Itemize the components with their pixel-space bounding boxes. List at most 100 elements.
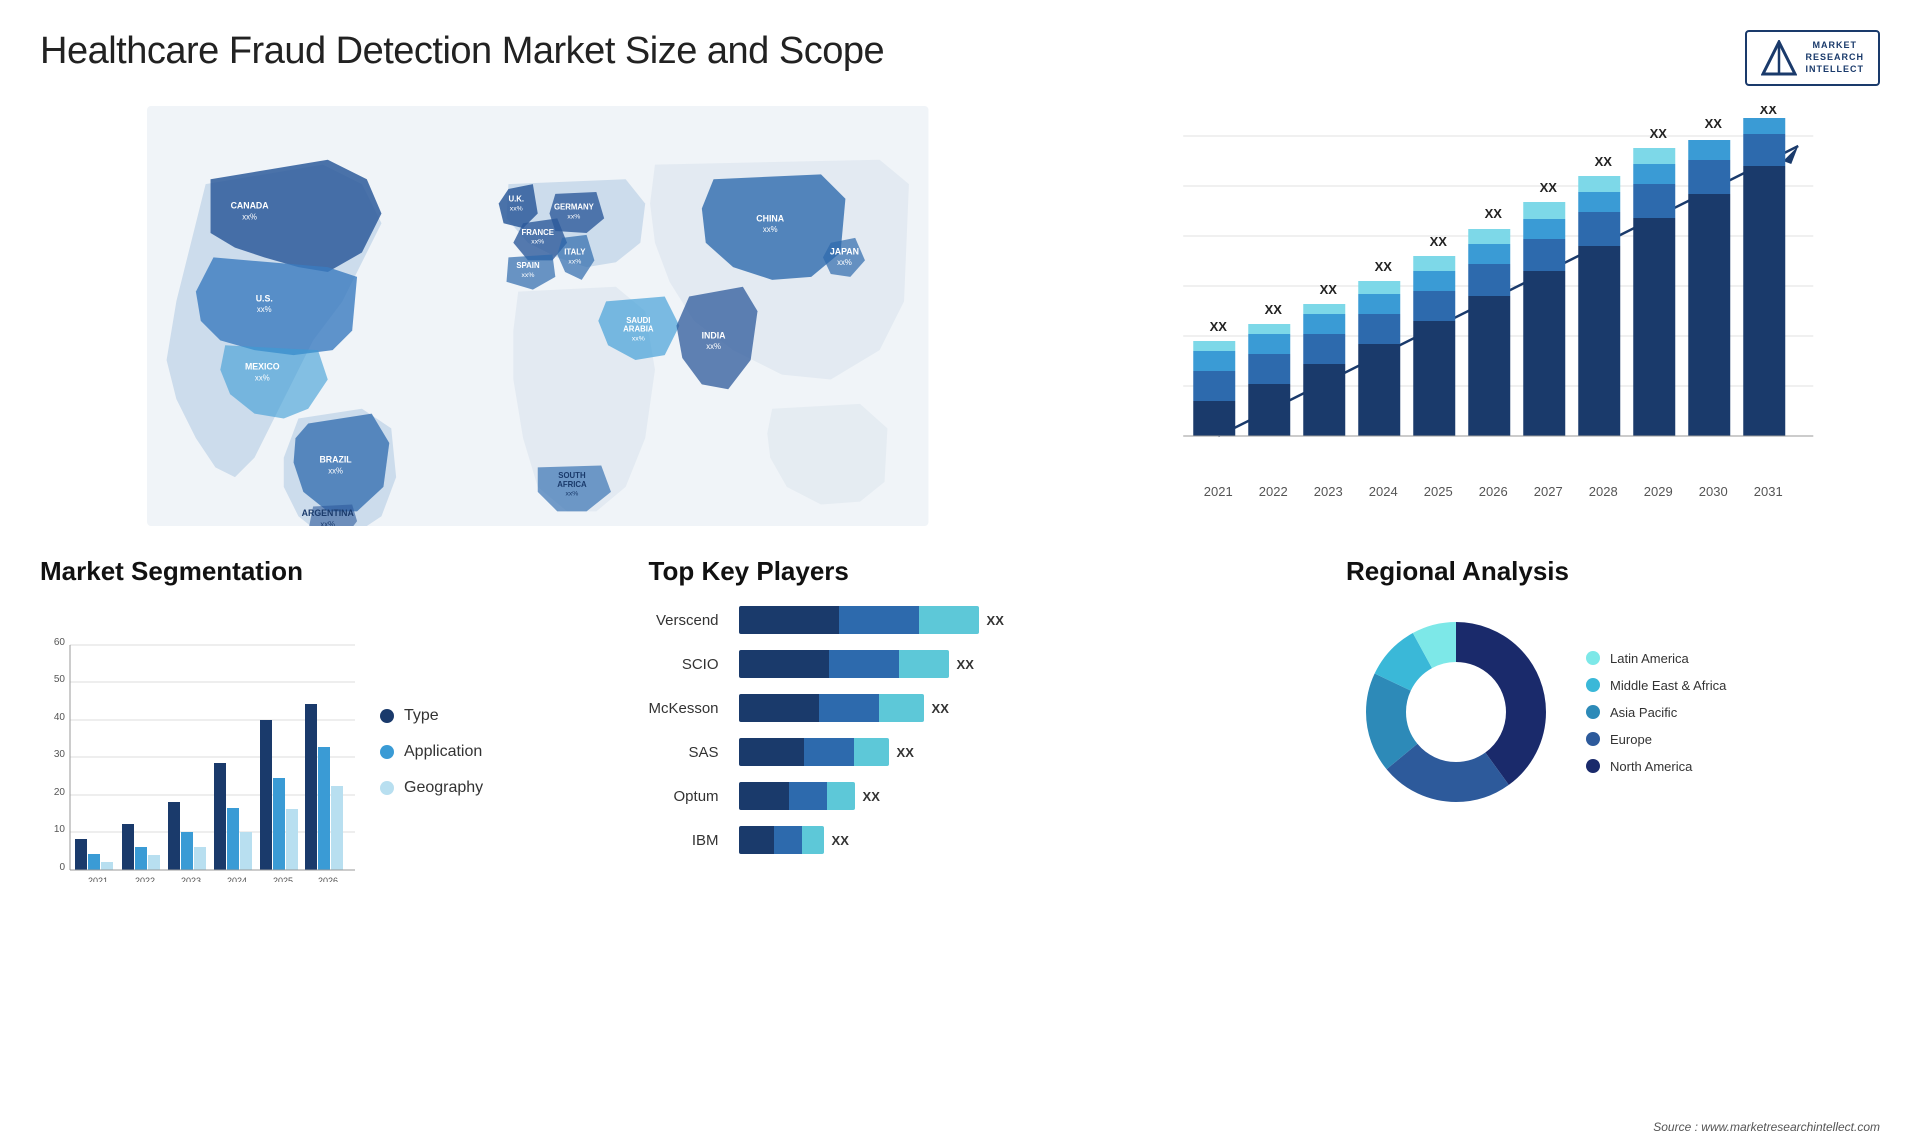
players-content: Verscend SCIO McKesson SAS Optum IBM [649,602,1317,858]
regional-content: Latin America Middle East & Africa Asia … [1346,602,1880,822]
legend-dot-geography [380,781,394,795]
player-bar-row-4: XX [739,778,1316,814]
reg-dot-latin-america [1586,651,1600,665]
reg-dot-asia-pacific [1586,705,1600,719]
bar-seg1-4 [739,782,789,810]
reg-dot-mea [1586,678,1600,692]
svg-text:xx%: xx% [763,225,778,234]
bar-seg1-5 [739,826,774,854]
player-bar-row-0: XX [739,602,1316,638]
bar-seg1-1 [739,650,829,678]
logo-text-line3: INTELLECT [1805,64,1864,76]
legend-item-application: Application [380,743,483,761]
world-map-svg: CANADA xx% U.S. xx% MEXICO xx% BRAZIL xx… [40,106,1036,526]
svg-text:2026: 2026 [1478,484,1507,499]
svg-text:2021: 2021 [88,876,108,882]
player-name-scio: SCIO [649,646,719,682]
reg-legend-latin-america: Latin America [1586,651,1726,666]
svg-text:2023: 2023 [181,876,201,882]
svg-text:XX: XX [1209,319,1227,334]
bar-seg3-1 [899,650,949,678]
player-name-optum: Optum [649,778,719,814]
reg-dot-north-america [1586,759,1600,773]
legend-dot-type [380,709,394,723]
svg-text:xx%: xx% [510,206,523,213]
reg-label-asia-pacific: Asia Pacific [1610,705,1677,720]
svg-text:XX: XX [1539,180,1557,195]
svg-text:2021: 2021 [1203,484,1232,499]
svg-text:10: 10 [54,824,66,835]
player-name-verscend: Verscend [649,602,719,638]
player-bar-row-3: XX [739,734,1316,770]
svg-text:2025: 2025 [273,876,293,882]
svg-text:JAPAN: JAPAN [830,246,859,256]
bar-seg2-3 [804,738,854,766]
svg-text:2024: 2024 [227,876,247,882]
bar-seg3-4 [827,782,855,810]
svg-text:xx%: xx% [320,520,335,526]
bar-seg3-3 [854,738,889,766]
source-line: Source : www.marketresearchintellect.com [1653,1120,1880,1134]
logo-text-line1: MARKET [1805,40,1864,52]
reg-legend-asia-pacific: Asia Pacific [1586,705,1726,720]
bar-seg2-5 [774,826,802,854]
reg-label-north-america: North America [1610,759,1692,774]
bar-seg2-1 [829,650,899,678]
market-seg-title: Market Segmentation [40,556,619,587]
world-map-section: CANADA xx% U.S. xx% MEXICO xx% BRAZIL xx… [40,106,1036,526]
bar-label-5: XX [832,833,849,848]
growth-chart-svg: XX 2021 XX 2022 XX 2023 [1066,106,1881,526]
svg-text:xx%: xx% [632,335,645,342]
svg-text:0: 0 [59,862,65,873]
header: Healthcare Fraud Detection Market Size a… [40,30,1880,86]
svg-text:XX: XX [1649,126,1667,141]
seg-content: 0 10 20 30 40 50 60 [40,602,619,902]
svg-text:xx%: xx% [257,305,272,314]
main-container: Healthcare Fraud Detection Market Size a… [0,0,1920,1146]
reg-legend-europe: Europe [1586,732,1726,747]
legend-dot-application [380,745,394,759]
svg-text:AFRICA: AFRICA [557,480,587,489]
bar-seg1-3 [739,738,804,766]
svg-text:2027: 2027 [1533,484,1562,499]
svg-text:xx%: xx% [242,212,257,221]
svg-text:60: 60 [54,637,66,648]
key-players-title: Top Key Players [649,556,1317,587]
seg-chart-svg: 0 10 20 30 40 50 60 [40,602,360,882]
page-title: Healthcare Fraud Detection Market Size a… [40,30,884,73]
svg-text:U.K.: U.K. [508,195,524,204]
svg-text:XX: XX [1704,116,1722,131]
svg-text:xx%: xx% [328,466,343,475]
svg-text:xx%: xx% [706,342,721,351]
svg-text:SPAIN: SPAIN [516,261,540,270]
regional-analysis-section: Regional Analysis [1346,556,1880,936]
market-segmentation: Market Segmentation 0 10 20 30 40 50 60 [40,556,619,936]
growth-chart-section: XX 2021 XX 2022 XX 2023 [1056,106,1881,526]
bar-label-0: XX [987,613,1004,628]
svg-text:2030: 2030 [1698,484,1727,499]
svg-text:2023: 2023 [1313,484,1342,499]
svg-text:xx%: xx% [531,239,544,246]
seg-legend: Type Application Geography [380,602,483,902]
bar-seg2-2 [819,694,879,722]
svg-text:SOUTH: SOUTH [558,471,586,480]
player-bar-row-1: XX [739,646,1316,682]
svg-text:xx%: xx% [522,272,535,279]
key-players-section: Top Key Players Verscend SCIO McKesson S… [649,556,1317,936]
regional-title: Regional Analysis [1346,556,1880,587]
svg-text:XX: XX [1759,106,1777,117]
bar-seg2-0 [839,606,919,634]
reg-label-europe: Europe [1610,732,1652,747]
svg-text:2024: 2024 [1368,484,1397,499]
svg-text:ARABIA: ARABIA [623,325,654,334]
legend-label-type: Type [404,707,439,725]
svg-text:XX: XX [1484,206,1502,221]
reg-legend-mea: Middle East & Africa [1586,678,1726,693]
svg-text:xx%: xx% [568,258,581,265]
reg-label-latin-america: Latin America [1610,651,1689,666]
svg-text:XX: XX [1319,282,1337,297]
legend-label-application: Application [404,743,482,761]
bar-label-1: XX [957,657,974,672]
reg-legend-north-america: North America [1586,759,1726,774]
svg-text:XX: XX [1594,154,1612,169]
